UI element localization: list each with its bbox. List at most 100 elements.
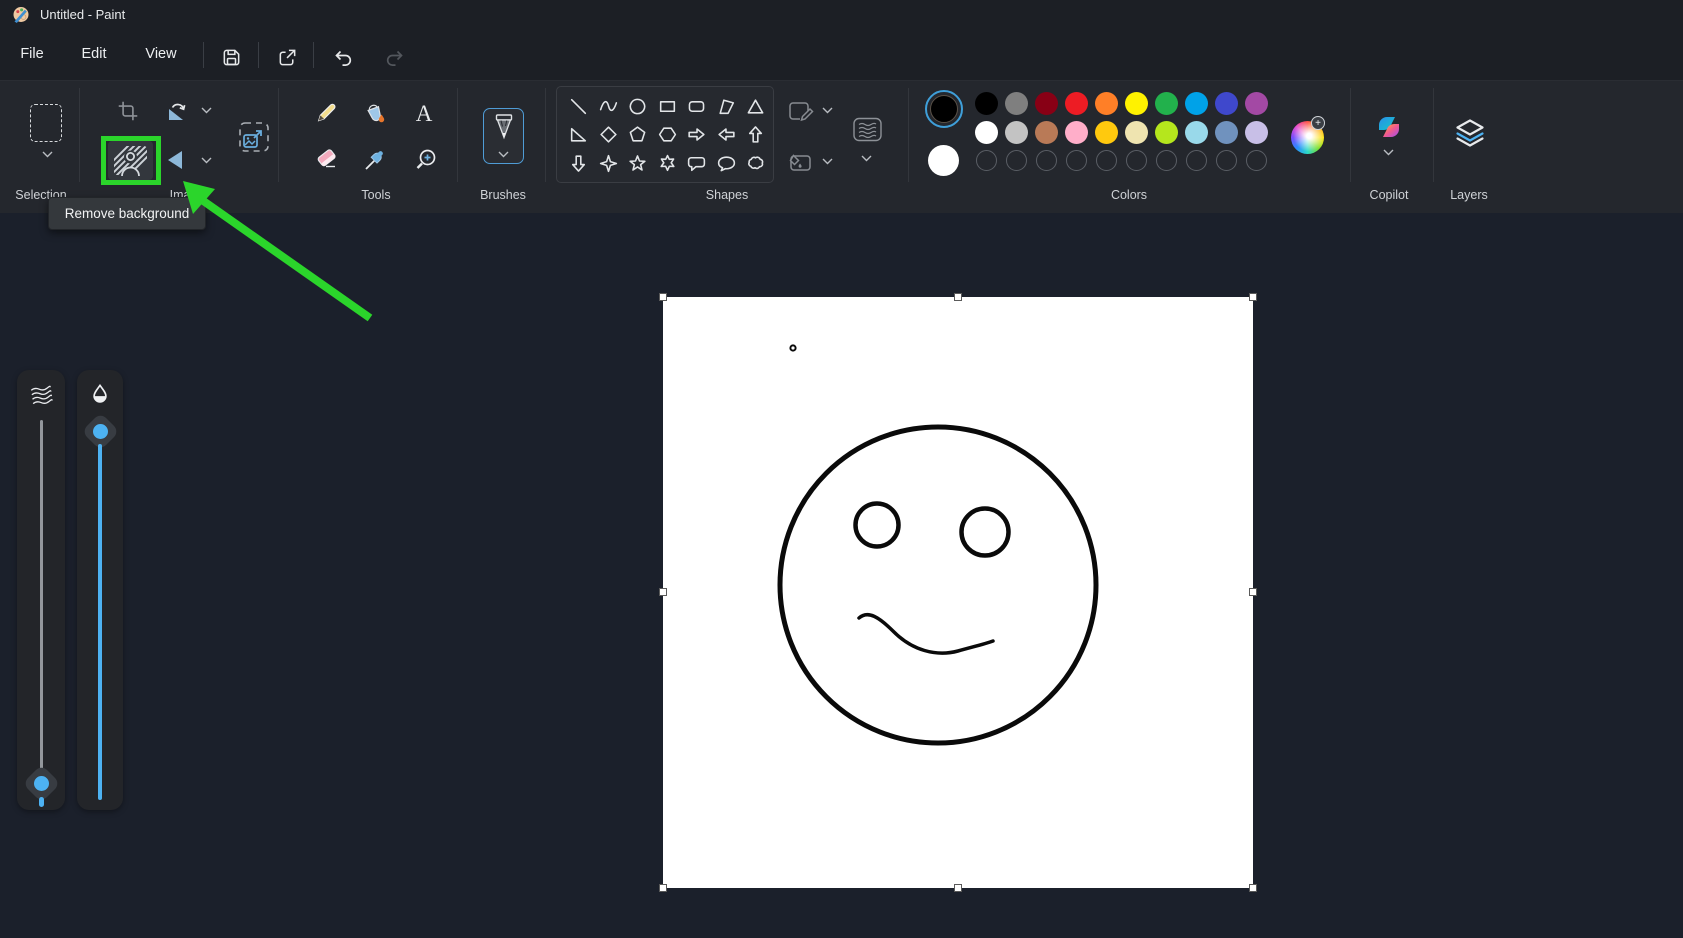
rotate-button[interactable]	[164, 97, 192, 125]
resize-image-button[interactable]	[237, 120, 271, 154]
thickness-track-end	[38, 797, 44, 807]
palette-color-swatch[interactable]	[1035, 121, 1058, 144]
palette-color-swatch[interactable]	[1245, 121, 1268, 144]
pencil-icon	[317, 103, 335, 122]
shape-arrow-up-icon[interactable]	[741, 121, 771, 150]
selection-handle[interactable]	[1249, 293, 1257, 301]
size-button[interactable]	[851, 114, 883, 144]
shape-outline-button[interactable]	[786, 99, 814, 123]
palette-empty-slot[interactable]	[1095, 149, 1117, 171]
palette-color-swatch[interactable]	[1125, 92, 1148, 115]
palette-color-swatch[interactable]	[1185, 92, 1208, 115]
shape-speech-rounded-icon[interactable]	[682, 149, 712, 178]
selection-handle[interactable]	[1249, 884, 1257, 892]
selection-handle[interactable]	[659, 588, 667, 596]
palette-color-swatch[interactable]	[1155, 92, 1178, 115]
chevron-down-icon[interactable]	[822, 158, 833, 165]
palette-color-swatch[interactable]	[975, 121, 998, 144]
palette-empty-slot[interactable]	[1125, 149, 1147, 171]
copilot-button[interactable]	[1371, 108, 1407, 146]
menu-view[interactable]: View	[134, 28, 188, 80]
magnifier-tool-button[interactable]	[412, 145, 440, 173]
palette-empty-slot[interactable]	[1155, 149, 1177, 171]
shape-hexagon-icon[interactable]	[653, 121, 683, 150]
opacity-slider-track[interactable]	[98, 444, 102, 800]
chevron-down-icon[interactable]	[1383, 149, 1394, 156]
selection-tool-button[interactable]	[28, 102, 64, 144]
shape-curve-icon[interactable]	[594, 92, 624, 121]
shape-arrow-left-icon[interactable]	[712, 121, 742, 150]
palette-color-swatch[interactable]	[1005, 92, 1028, 115]
shape-ellipse-icon[interactable]	[623, 92, 653, 121]
opacity-slider-panel	[77, 370, 123, 810]
shape-lightning-icon[interactable]	[594, 178, 624, 183]
shape-polygon-icon[interactable]	[712, 92, 742, 121]
selection-handle[interactable]	[659, 293, 667, 301]
chevron-down-icon[interactable]	[498, 151, 509, 158]
palette-empty-slot[interactable]	[1215, 149, 1237, 171]
shape-diamond-icon[interactable]	[594, 121, 624, 150]
shape-star-4-icon[interactable]	[594, 149, 624, 178]
opacity-slider-thumb[interactable]	[92, 423, 108, 439]
chevron-down-icon[interactable]	[42, 151, 53, 158]
palette-color-swatch[interactable]	[1125, 121, 1148, 144]
shape-fill-button[interactable]	[786, 150, 814, 174]
shape-line-icon[interactable]	[564, 92, 594, 121]
thickness-slider-thumb[interactable]	[33, 775, 49, 791]
palette-empty-slot[interactable]	[1005, 149, 1027, 171]
palette-color-swatch[interactable]	[1005, 121, 1028, 144]
menu-file[interactable]: File	[12, 28, 52, 80]
drawing-canvas[interactable]	[663, 297, 1253, 888]
palette-empty-slot[interactable]	[1185, 149, 1207, 171]
selected-primary-color[interactable]	[925, 90, 963, 128]
shape-arrow-right-icon[interactable]	[682, 121, 712, 150]
palette-empty-slot[interactable]	[1035, 149, 1057, 171]
layers-button[interactable]	[1452, 116, 1488, 150]
shape-pentagon-icon[interactable]	[623, 121, 653, 150]
shape-star-6-icon[interactable]	[653, 149, 683, 178]
chevron-down-icon[interactable]	[822, 107, 833, 114]
selection-handle[interactable]	[1249, 588, 1257, 596]
palette-color-swatch[interactable]	[1185, 121, 1208, 144]
undo-button[interactable]	[326, 40, 360, 74]
crop-button[interactable]	[113, 97, 143, 125]
selection-handle[interactable]	[954, 884, 962, 892]
palette-color-swatch[interactable]	[1095, 121, 1118, 144]
palette-empty-slot[interactable]	[1245, 149, 1267, 171]
shape-heart-icon[interactable]	[564, 178, 594, 183]
shape-right-triangle-icon[interactable]	[564, 121, 594, 150]
palette-color-swatch[interactable]	[1215, 92, 1238, 115]
palette-color-swatch[interactable]	[1245, 92, 1268, 115]
brushes-button[interactable]	[483, 108, 524, 164]
palette-empty-slot[interactable]	[1065, 149, 1087, 171]
palette-color-swatch[interactable]	[1035, 92, 1058, 115]
selection-handle[interactable]	[954, 293, 962, 301]
shape-star-5-icon[interactable]	[623, 149, 653, 178]
save-button[interactable]	[214, 40, 248, 74]
palette-color-swatch[interactable]	[1065, 92, 1088, 115]
fill-tool-button[interactable]	[359, 97, 389, 127]
magnifier-plus-icon	[416, 149, 436, 169]
selection-handle[interactable]	[659, 884, 667, 892]
selected-secondary-color[interactable]	[928, 145, 959, 176]
redo-button[interactable]	[378, 40, 412, 74]
shape-speech-oval-icon[interactable]	[712, 149, 742, 178]
shape-arrow-down-icon[interactable]	[564, 149, 594, 178]
palette-color-swatch[interactable]	[1065, 121, 1088, 144]
palette-color-swatch[interactable]	[975, 92, 998, 115]
pencil-tool-button[interactable]	[312, 98, 340, 126]
palette-color-swatch[interactable]	[1155, 121, 1178, 144]
text-tool-button[interactable]: A	[410, 100, 438, 128]
palette-empty-slot[interactable]	[975, 149, 997, 171]
shape-triangle-icon[interactable]	[741, 92, 771, 121]
palette-color-swatch[interactable]	[1095, 92, 1118, 115]
menu-edit[interactable]: Edit	[72, 28, 116, 80]
thickness-slider-track[interactable]	[39, 420, 43, 772]
chevron-down-icon[interactable]	[201, 107, 212, 114]
shape-speech-cloud-icon[interactable]	[741, 149, 771, 178]
shape-rectangle-icon[interactable]	[653, 92, 683, 121]
shape-rounded-rectangle-icon[interactable]	[682, 92, 712, 121]
palette-color-swatch[interactable]	[1215, 121, 1238, 144]
share-button[interactable]	[270, 40, 304, 74]
chevron-down-icon[interactable]	[861, 155, 872, 162]
